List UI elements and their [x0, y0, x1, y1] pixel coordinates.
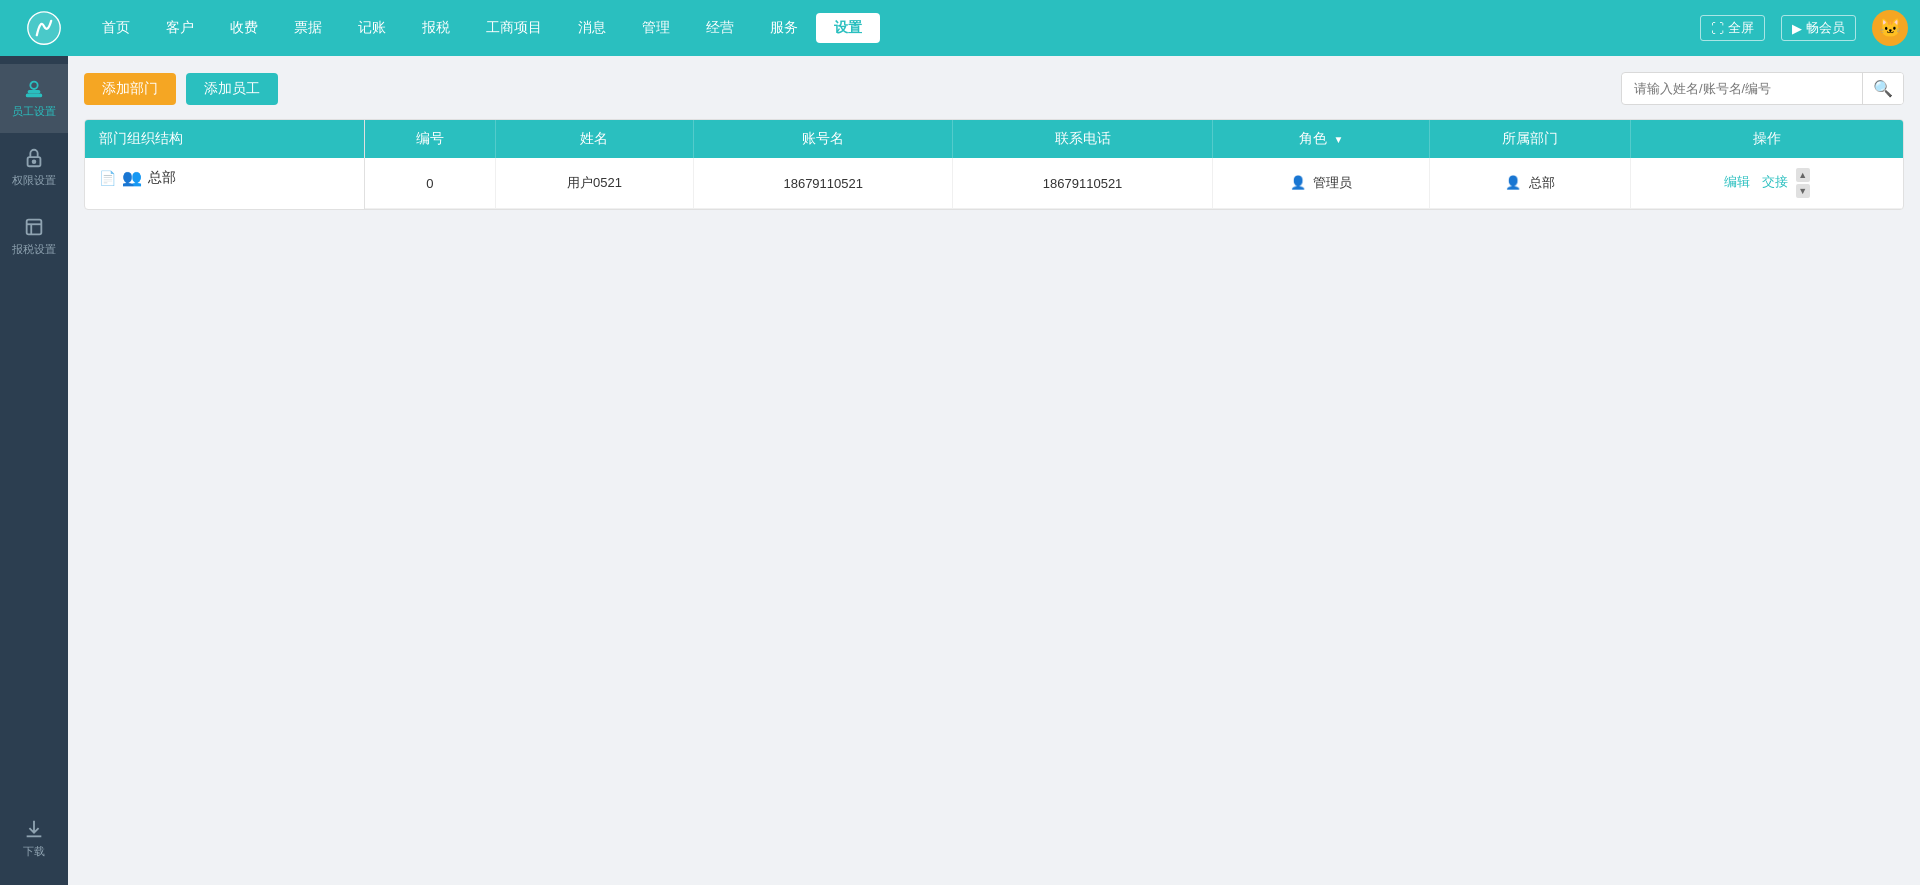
col-ops: 操作 [1631, 120, 1903, 158]
sidebar-bottom: 下载 [0, 804, 68, 885]
sidebar-download-label: 下载 [23, 844, 45, 859]
cell-phone: 18679110521 [953, 158, 1212, 209]
nav-manage[interactable]: 管理 [624, 13, 688, 43]
nav-menu: 首页 客户 收费 票据 记账 报税 工商项目 消息 管理 经营 服务 设置 [84, 13, 1700, 43]
sidebar-item-employee[interactable]: 员工设置 [0, 64, 68, 133]
svg-rect-6 [27, 220, 42, 235]
svg-rect-2 [29, 91, 40, 93]
top-nav-right: ⛶ 全屏 ▶ 畅会员 🐱 [1700, 10, 1908, 46]
search-input[interactable] [1622, 75, 1862, 102]
add-department-button[interactable]: 添加部门 [84, 73, 176, 105]
col-phone: 联系电话 [953, 120, 1212, 158]
col-id: 编号 [365, 120, 495, 158]
table-panel: 编号 姓名 账号名 联系电话 角色 ▼ 所属部门 操作 [365, 120, 1903, 209]
fullscreen-icon: ⛶ [1711, 21, 1724, 36]
top-navigation: 首页 客户 收费 票据 记账 报税 工商项目 消息 管理 经营 服务 设置 ⛶ … [0, 0, 1920, 56]
app-logo [12, 10, 76, 46]
tree-header: 部门组织结构 [85, 120, 364, 158]
main-area: 员工设置 权限设置 报税设置 下载 [0, 56, 1920, 885]
cell-dept-value: 总部 [1529, 175, 1555, 190]
transfer-link[interactable]: 交接 [1762, 174, 1788, 189]
sidebar-tax-label: 报税设置 [12, 242, 56, 257]
cell-role-value: 管理员 [1313, 175, 1352, 190]
search-button[interactable]: 🔍 [1862, 73, 1903, 104]
two-panel: 部门组织结构 📄 👥 总部 编号 姓名 账号名 联系电话 [84, 119, 1904, 210]
col-name: 姓名 [495, 120, 693, 158]
table-row: 0 用户0521 18679110521 18679110521 👤 管理员 👤… [365, 158, 1903, 209]
search-icon: 🔍 [1873, 80, 1893, 97]
nav-tax[interactable]: 报税 [404, 13, 468, 43]
edit-link[interactable]: 编辑 [1724, 174, 1750, 189]
vip-button[interactable]: ▶ 畅会员 [1781, 15, 1856, 41]
nav-invoice[interactable]: 票据 [276, 13, 340, 43]
tree-item-root[interactable]: 📄 👥 总部 [85, 158, 364, 197]
tree-panel: 部门组织结构 📄 👥 总部 [85, 120, 365, 209]
cell-role: 👤 管理员 [1212, 158, 1429, 209]
vip-label: 畅会员 [1806, 19, 1845, 37]
vip-icon: ▶ [1792, 21, 1802, 36]
nav-accounting[interactable]: 记账 [340, 13, 404, 43]
sidebar-download[interactable]: 下载 [0, 804, 68, 873]
nav-service[interactable]: 服务 [752, 13, 816, 43]
add-employee-button[interactable]: 添加员工 [186, 73, 278, 105]
file-icon: 📄 [99, 170, 116, 186]
col-account: 账号名 [694, 120, 953, 158]
cell-ops: 编辑 交接 ▲ ▼ [1631, 158, 1903, 209]
scroll-controls: ▲ ▼ [1796, 168, 1810, 198]
sidebar-item-permission[interactable]: 权限设置 [0, 133, 68, 202]
user-group-icon: 👥 [122, 168, 142, 187]
nav-message[interactable]: 消息 [560, 13, 624, 43]
scroll-down-button[interactable]: ▼ [1796, 184, 1810, 198]
col-role: 角色 ▼ [1212, 120, 1429, 158]
sort-icon: ▼ [1333, 134, 1343, 145]
fullscreen-button[interactable]: ⛶ 全屏 [1700, 15, 1765, 41]
nav-business[interactable]: 工商项目 [468, 13, 560, 43]
col-dept: 所属部门 [1430, 120, 1631, 158]
search-box: 🔍 [1621, 72, 1904, 105]
nav-billing[interactable]: 收费 [212, 13, 276, 43]
sidebar-item-tax-settings[interactable]: 报税设置 [0, 202, 68, 271]
cell-account: 18679110521 [694, 158, 953, 209]
sidebar: 员工设置 权限设置 报税设置 下载 [0, 56, 68, 885]
tree-item-label: 总部 [148, 169, 176, 187]
employee-table: 编号 姓名 账号名 联系电话 角色 ▼ 所属部门 操作 [365, 120, 1903, 209]
nav-customer[interactable]: 客户 [148, 13, 212, 43]
nav-home[interactable]: 首页 [84, 13, 148, 43]
avatar-icon: 🐱 [1879, 17, 1901, 39]
dept-user-icon: 👤 [1505, 175, 1521, 190]
role-user-icon: 👤 [1290, 175, 1306, 190]
cell-id: 0 [365, 158, 495, 209]
toolbar: 添加部门 添加员工 🔍 [84, 72, 1904, 105]
nav-settings[interactable]: 设置 [816, 13, 880, 43]
sidebar-employee-label: 员工设置 [12, 104, 56, 119]
page-content: 添加部门 添加员工 🔍 部门组织结构 📄 👥 总部 [68, 56, 1920, 885]
cell-dept: 👤 总部 [1430, 158, 1631, 209]
sidebar-permission-label: 权限设置 [12, 173, 56, 188]
table-header-row: 编号 姓名 账号名 联系电话 角色 ▼ 所属部门 操作 [365, 120, 1903, 158]
svg-point-1 [30, 82, 37, 89]
svg-point-5 [33, 160, 36, 163]
svg-rect-3 [27, 95, 42, 97]
cell-name: 用户0521 [495, 158, 693, 209]
nav-operation[interactable]: 经营 [688, 13, 752, 43]
user-avatar[interactable]: 🐱 [1872, 10, 1908, 46]
fullscreen-label: 全屏 [1728, 19, 1754, 37]
scroll-up-button[interactable]: ▲ [1796, 168, 1810, 182]
